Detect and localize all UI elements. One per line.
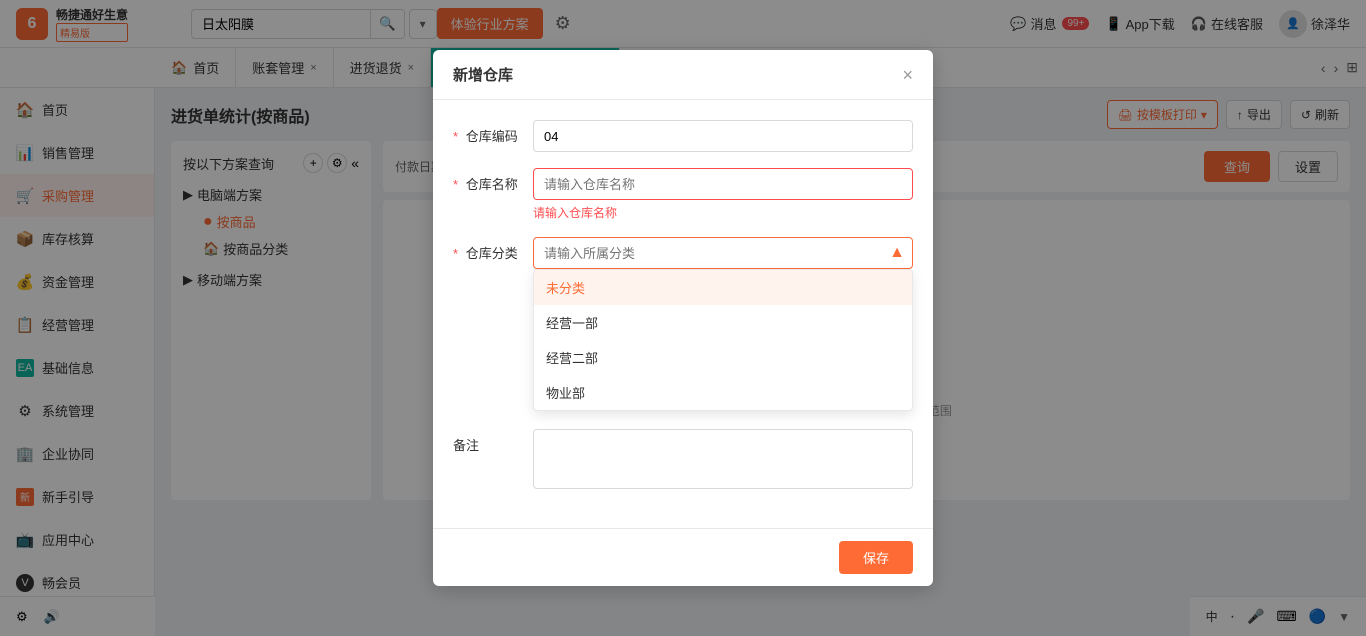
category-option-dept1[interactable]: 经营一部 [534, 305, 912, 340]
name-label: * 仓库名称 [453, 168, 533, 193]
note-label: 备注 [453, 429, 533, 454]
modal-title: 新增仓库 [453, 64, 513, 85]
category-toggle-icon[interactable]: ▲ [889, 244, 905, 262]
required-mark: * [453, 129, 458, 144]
save-button[interactable]: 保存 [839, 541, 913, 574]
modal-overlay[interactable]: 新增仓库 × * 仓库编码 * 仓库名称 [0, 0, 1366, 636]
required-mark-name: * [453, 177, 458, 192]
code-control [533, 120, 913, 152]
modal-body: * 仓库编码 * 仓库名称 请输入仓库名称 [433, 100, 933, 528]
name-input[interactable] [533, 168, 913, 200]
code-label: * 仓库编码 [453, 120, 533, 145]
category-dropdown: 未分类 经营一部 经营二部 物业部 [533, 269, 913, 411]
name-control: 请输入仓库名称 [533, 168, 913, 221]
category-input-wrapper: ▲ [533, 237, 913, 269]
name-label-text: 仓库名称 [466, 177, 518, 192]
category-input[interactable] [533, 237, 913, 269]
form-row-note: 备注 [453, 429, 913, 492]
category-option-dept3[interactable]: 物业部 [534, 375, 912, 410]
code-input[interactable] [533, 120, 913, 152]
category-label: * 仓库分类 [453, 237, 533, 262]
required-mark-cat: * [453, 246, 458, 261]
category-option-uncategorized[interactable]: 未分类 [534, 270, 912, 305]
modal-close-button[interactable]: × [902, 66, 913, 84]
modal-header: 新增仓库 × [433, 50, 933, 100]
note-control [533, 429, 913, 492]
form-row-category: * 仓库分类 ▲ 未分类 经营一部 经营二部 物业部 [453, 237, 913, 269]
category-label-text: 仓库分类 [466, 246, 518, 261]
category-option-dept2[interactable]: 经营二部 [534, 340, 912, 375]
category-control: ▲ 未分类 经营一部 经营二部 物业部 [533, 237, 913, 269]
note-textarea[interactable] [533, 429, 913, 489]
form-row-name: * 仓库名称 请输入仓库名称 [453, 168, 913, 221]
form-row-code: * 仓库编码 [453, 120, 913, 152]
name-error-msg: 请输入仓库名称 [533, 204, 913, 221]
code-label-text: 仓库编码 [466, 129, 518, 144]
modal-new-warehouse: 新增仓库 × * 仓库编码 * 仓库名称 [433, 50, 933, 586]
modal-footer: 保存 [433, 528, 933, 586]
